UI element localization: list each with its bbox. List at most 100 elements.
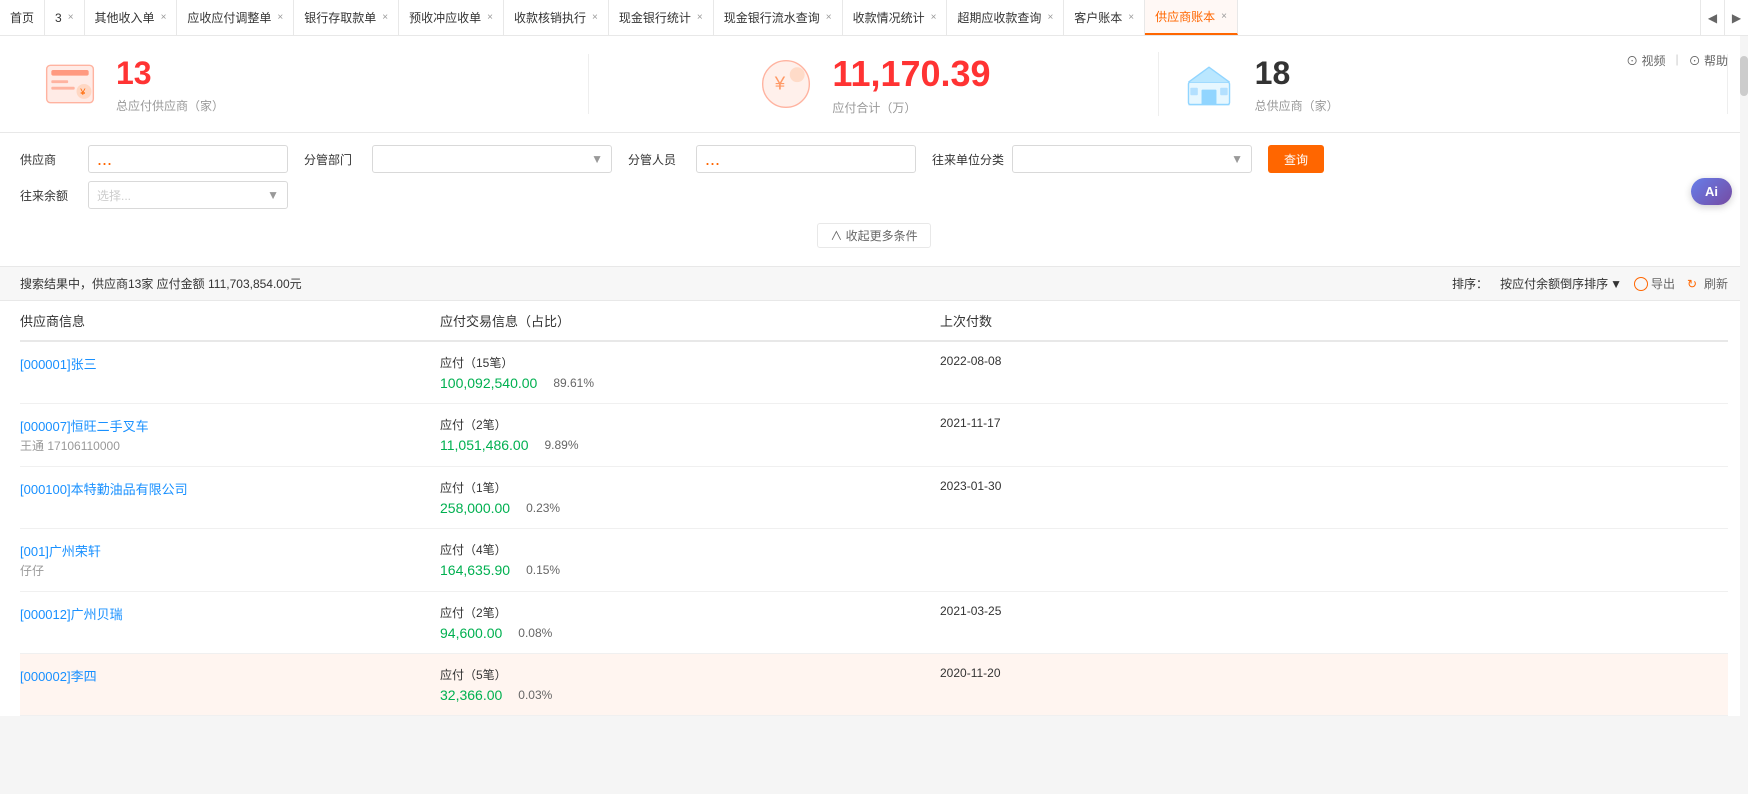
transaction-cell-3: 应付（4笔） 164,635.90 0.15%	[440, 541, 940, 578]
supplier-link-5[interactable]: [000002]李四	[20, 669, 97, 684]
tx-pct-0: 89.61%	[553, 376, 594, 390]
tab-ar-adjust[interactable]: 应收应付调整单 ×	[177, 0, 294, 35]
nav-prev-button[interactable]: ◀	[1700, 0, 1724, 36]
tx-row-0: 100,092,540.00 89.61%	[440, 375, 940, 391]
close-icon[interactable]: ×	[1221, 11, 1227, 22]
supplier-link-0[interactable]: [000001]张三	[20, 357, 97, 372]
tab-supplier-ledger[interactable]: 供应商账本 ×	[1145, 0, 1238, 35]
summary-section: ¥ 13 总应付供应商（家） ¥ 11,170.39 应付合计（万）	[0, 36, 1748, 133]
tab-cash-bank-stat-label: 现金银行统计	[619, 9, 691, 26]
tab-cash-bank-flow[interactable]: 现金银行流水查询 ×	[714, 0, 843, 35]
lastpay-cell-0: 2022-08-08	[940, 354, 1728, 368]
tx-amount-1[interactable]: 11,051,486.00	[440, 437, 529, 453]
table-row: [000001]张三 应付（15笔） 100,092,540.00 89.61%…	[20, 342, 1728, 404]
balance-select[interactable]: 选择... ▼	[88, 181, 288, 209]
tab-3[interactable]: 3 ×	[45, 0, 85, 35]
nav-next-button[interactable]: ▶	[1724, 0, 1748, 36]
tab-advance-receipt-label: 预收冲应收单	[409, 9, 481, 26]
category-label: 往来单位分类	[932, 151, 1004, 168]
result-bar: 搜索结果中，供应商13家 应付金额 111,703,854.00元 排序： 按应…	[0, 267, 1748, 301]
result-info: 搜索结果中，供应商13家 应付金额 111,703,854.00元	[20, 275, 302, 292]
tx-row-1: 11,051,486.00 9.89%	[440, 437, 940, 453]
tx-amount-4[interactable]: 94,600.00	[440, 625, 502, 641]
scrollbar-thumb[interactable]	[1740, 56, 1748, 96]
tx-amount-2[interactable]: 258,000.00	[440, 500, 510, 516]
close-icon[interactable]: ×	[68, 12, 74, 23]
tab-other-income[interactable]: 其他收入单 ×	[85, 0, 178, 35]
tab-collection-exec-label: 收款核销执行	[514, 9, 586, 26]
card3-info: 18 总供应商（家）	[1255, 54, 1339, 113]
tx-pct-3: 0.15%	[526, 563, 560, 577]
supplier-link-1[interactable]: [000007]恒旺二手叉车	[20, 419, 149, 434]
supplier-input-dots: ...	[97, 149, 112, 170]
card-icon-payable: ¥	[40, 54, 100, 114]
supplier-link-4[interactable]: [000012]广州贝瑞	[20, 607, 123, 622]
close-icon[interactable]: ×	[931, 12, 937, 23]
sort-button[interactable]: 按应付余额倒序排序 ▼	[1500, 275, 1622, 292]
col-header-transaction: 应付交易信息（占比）	[440, 311, 940, 330]
close-icon[interactable]: ×	[487, 12, 493, 23]
lastpay-date-4: 2021-03-25	[940, 604, 1001, 618]
tab-collection-exec[interactable]: 收款核销执行 ×	[504, 0, 609, 35]
summary-card-payable-suppliers: ¥ 13 总应付供应商（家）	[20, 54, 589, 114]
export-button[interactable]: 导出	[1634, 275, 1675, 292]
tab-customer-ledger[interactable]: 客户账本 ×	[1064, 0, 1145, 35]
tx-row-3: 164,635.90 0.15%	[440, 562, 940, 578]
supplier-cell-0: [000001]张三	[20, 354, 440, 373]
sort-label: 排序：	[1452, 275, 1488, 292]
close-icon[interactable]: ×	[592, 12, 598, 23]
supplier-label: 供应商	[20, 151, 80, 168]
card1-info: 13 总应付供应商（家）	[116, 54, 224, 113]
query-button[interactable]: 查询	[1268, 145, 1324, 173]
supplier-cell-5: [000002]李四	[20, 666, 440, 685]
tx-amount-3[interactable]: 164,635.90	[440, 562, 510, 578]
supplier-link-3[interactable]: [001]广州荣轩	[20, 544, 101, 559]
tab-cash-bank-stat[interactable]: 现金银行统计 ×	[609, 0, 714, 35]
person-input[interactable]: ...	[696, 145, 916, 173]
close-icon[interactable]: ×	[1047, 12, 1053, 23]
supplier-contact-1: 王通 17106110000	[20, 437, 440, 454]
tx-row-5: 32,366.00 0.03%	[440, 687, 940, 703]
tx-row-4: 94,600.00 0.08%	[440, 625, 940, 641]
category-select[interactable]: ▼	[1012, 145, 1252, 173]
tab-bank-deposit[interactable]: 银行存取款单 ×	[294, 0, 399, 35]
supplier-input[interactable]: ...	[88, 145, 288, 173]
card-icon-store	[1179, 54, 1239, 114]
tab-home[interactable]: 首页	[0, 0, 45, 35]
table-row: [000002]李四 应付（5笔） 32,366.00 0.03% 2020-1…	[20, 654, 1728, 716]
close-icon[interactable]: ×	[697, 12, 703, 23]
tab-collection-stat[interactable]: 收款情况统计 ×	[843, 0, 948, 35]
close-icon[interactable]: ×	[1128, 12, 1134, 23]
refresh-button[interactable]: ↻ 刷新	[1687, 275, 1728, 292]
tx-amount-0[interactable]: 100,092,540.00	[440, 375, 537, 391]
collapse-button[interactable]: ∧ 收起更多条件	[817, 223, 930, 248]
tab-overdue-query[interactable]: 超期应收款查询 ×	[947, 0, 1064, 35]
tx-amount-5[interactable]: 32,366.00	[440, 687, 502, 703]
col-header-lastpay: 上次付数	[940, 311, 1728, 330]
close-icon[interactable]: ×	[161, 12, 167, 23]
tx-row-2: 258,000.00 0.23%	[440, 500, 940, 516]
close-icon[interactable]: ×	[382, 12, 388, 23]
supplier-contact-3: 仔仔	[20, 562, 440, 579]
transaction-cell-0: 应付（15笔） 100,092,540.00 89.61%	[440, 354, 940, 391]
card3-number: 18	[1255, 54, 1339, 92]
dept-select[interactable]: ▼	[372, 145, 612, 173]
tab-advance-receipt[interactable]: 预收冲应收单 ×	[399, 0, 504, 35]
tx-count-5: 应付（5笔）	[440, 666, 940, 683]
category-arrow: ▼	[1231, 152, 1243, 166]
ai-button[interactable]: Ai	[1691, 178, 1732, 205]
tab-ar-adjust-label: 应收应付调整单	[187, 9, 271, 26]
collapse-bar: ∧ 收起更多条件	[20, 217, 1728, 254]
video-link[interactable]: ⊙ 视频	[1626, 52, 1665, 69]
filter-supplier: 供应商 ...	[20, 145, 288, 173]
table-row: [000012]广州贝瑞 应付（2笔） 94,600.00 0.08% 2021…	[20, 592, 1728, 654]
divider: |	[1676, 52, 1679, 69]
tab-overdue-query-label: 超期应收款查询	[957, 9, 1041, 26]
supplier-cell-4: [000012]广州贝瑞	[20, 604, 440, 623]
scrollbar-track[interactable]	[1740, 36, 1748, 794]
supplier-link-2[interactable]: [000100]本特勤油品有限公司	[20, 482, 188, 497]
close-icon[interactable]: ×	[277, 12, 283, 23]
table-row: [000100]本特勤油品有限公司 应付（1笔） 258,000.00 0.23…	[20, 467, 1728, 529]
close-icon[interactable]: ×	[826, 12, 832, 23]
help-link[interactable]: ⊙ 帮助	[1689, 52, 1728, 69]
